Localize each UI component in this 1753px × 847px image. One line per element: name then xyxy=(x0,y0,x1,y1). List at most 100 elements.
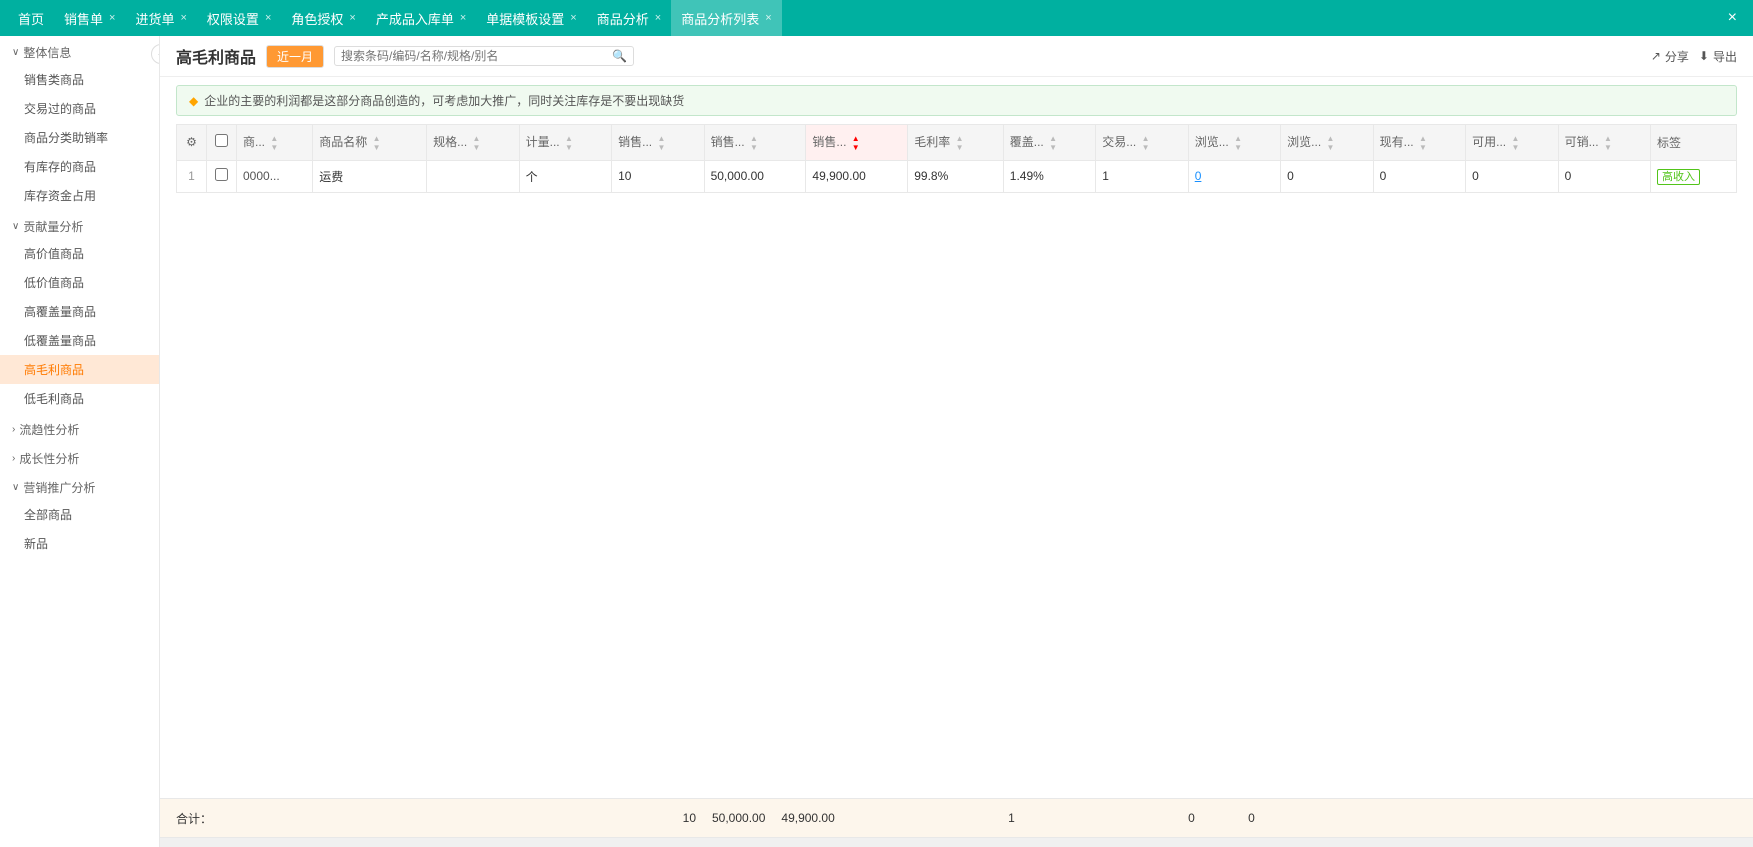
search-icon[interactable]: 🔍 xyxy=(612,49,627,63)
th-browse2[interactable]: 浏览... ▲▼ xyxy=(1281,125,1373,161)
footer-current: 0 xyxy=(1143,807,1203,829)
group-growth-label: 成长性分析 xyxy=(19,450,79,467)
filter-recent-month-button[interactable]: 近一月 xyxy=(266,45,324,68)
sidebar-item-high-value[interactable]: 高价值商品 xyxy=(0,239,159,268)
sidebar: « ∨ 整体信息 销售类商品 交易过的商品 商品分类助销率 有库存的商品 库存资… xyxy=(0,36,160,847)
cell-code[interactable]: 0000... xyxy=(237,160,313,192)
nav-product-analysis-list[interactable]: 商品分析列表 × xyxy=(671,0,781,36)
th-num: ⚙ xyxy=(177,125,207,161)
export-button[interactable]: ⬇ 导出 xyxy=(1699,48,1737,65)
nav-product-analysis-close[interactable]: × xyxy=(655,12,661,24)
nav-role-auth-close[interactable]: × xyxy=(349,12,355,24)
nav-product-inbound[interactable]: 产成品入库单 × xyxy=(366,0,476,36)
main-area: « ∨ 整体信息 销售类商品 交易过的商品 商品分类助销率 有库存的商品 库存资… xyxy=(0,36,1753,847)
group-marketing-label: 营销推广分析 xyxy=(23,479,95,496)
sort-spec-icon: ▲▼ xyxy=(473,134,481,152)
sort-gross-margin-icon: ▲▼ xyxy=(956,134,964,152)
nav-product-inbound-close[interactable]: × xyxy=(460,12,466,24)
horizontal-scrollbar[interactable] xyxy=(160,837,1753,847)
info-icon: ◆ xyxy=(189,94,198,108)
nav-home-label: 首页 xyxy=(18,9,44,28)
tag-badge: 高收入 xyxy=(1657,169,1700,185)
sidebar-item-high-coverage[interactable]: 高覆盖量商品 xyxy=(0,297,159,326)
cell-transaction: 1 xyxy=(1096,160,1188,192)
th-code[interactable]: 商... ▲▼ xyxy=(237,125,313,161)
sidebar-group-contribution[interactable]: ∨ 贡献量分析 xyxy=(0,210,159,239)
sidebar-item-low-value[interactable]: 低价值商品 xyxy=(0,268,159,297)
th-current[interactable]: 现有... ▲▼ xyxy=(1373,125,1465,161)
sidebar-group-marketing[interactable]: ∨ 营销推广分析 xyxy=(0,471,159,500)
export-label: 导出 xyxy=(1713,48,1737,65)
nav-purchase-order-label: 进货单 xyxy=(135,9,174,28)
select-all-checkbox[interactable] xyxy=(215,134,228,147)
nav-role-auth[interactable]: 角色授权 × xyxy=(281,0,365,36)
th-sales-amount[interactable]: 销售... ▲▼ xyxy=(704,125,806,161)
page-title: 高毛利商品 xyxy=(176,44,256,68)
nav-template-settings-close[interactable]: × xyxy=(570,12,576,24)
nav-role-auth-label: 角色授权 xyxy=(291,9,343,28)
sort-browse2-icon: ▲▼ xyxy=(1327,134,1335,152)
sort-browse1-icon: ▲▼ xyxy=(1234,134,1242,152)
sidebar-item-traded-goods[interactable]: 交易过的商品 xyxy=(0,94,159,123)
th-gross-margin[interactable]: 毛利率 ▲▼ xyxy=(908,125,1004,161)
sidebar-item-low-gross-margin[interactable]: 低毛利商品 xyxy=(0,384,159,413)
th-available[interactable]: 可用... ▲▼ xyxy=(1466,125,1558,161)
sidebar-item-inventory-capital[interactable]: 库存资金占用 xyxy=(0,181,159,210)
cell-sales-cost: 49,900.00 xyxy=(806,160,908,192)
nav-template-settings[interactable]: 单据模板设置 × xyxy=(476,0,586,36)
cell-name: 运费 xyxy=(313,160,427,192)
collapse-icon: « xyxy=(158,49,160,60)
sidebar-item-all-goods[interactable]: 全部商品 xyxy=(0,500,159,529)
nav-purchase-order[interactable]: 进货单 × xyxy=(125,0,196,36)
sort-transaction-icon: ▲▼ xyxy=(1142,134,1150,152)
table-container: ⚙ 商... ▲▼ 商品名称 ▲▼ xyxy=(160,124,1753,798)
th-browse1[interactable]: 浏览... ▲▼ xyxy=(1188,125,1280,161)
row-checkbox[interactable] xyxy=(215,168,228,181)
nav-permission-settings-close[interactable]: × xyxy=(265,12,271,24)
sidebar-item-in-stock-goods[interactable]: 有库存的商品 xyxy=(0,152,159,181)
nav-product-analysis-label: 商品分析 xyxy=(597,9,649,28)
share-icon: ↗ xyxy=(1651,49,1661,63)
search-box: 🔍 xyxy=(334,46,634,66)
th-spec[interactable]: 规格... ▲▼ xyxy=(427,125,519,161)
search-input[interactable] xyxy=(341,49,612,63)
share-button[interactable]: ↗ 分享 xyxy=(1651,48,1689,65)
th-salable[interactable]: 可销... ▲▼ xyxy=(1558,125,1650,161)
sidebar-group-overall[interactable]: ∨ 整体信息 xyxy=(0,36,159,65)
sidebar-item-sales-goods[interactable]: 销售类商品 xyxy=(0,65,159,94)
th-unit[interactable]: 计量... ▲▼ xyxy=(519,125,611,161)
th-name[interactable]: 商品名称 ▲▼ xyxy=(313,125,427,161)
export-icon: ⬇ xyxy=(1699,49,1709,63)
th-sales-qty[interactable]: 销售... ▲▼ xyxy=(612,125,704,161)
sort-available-icon: ▲▼ xyxy=(1511,134,1519,152)
cell-tag: 高收入 xyxy=(1651,160,1737,192)
cell-coverage: 1.49% xyxy=(1003,160,1095,192)
th-tag: 标签 xyxy=(1651,125,1737,161)
nav-purchase-order-close[interactable]: × xyxy=(180,12,186,24)
footer-label: 合计： xyxy=(176,810,216,827)
sidebar-item-high-gross-margin[interactable]: 高毛利商品 xyxy=(0,355,159,384)
content-header: 高毛利商品 近一月 🔍 ↗ 分享 ⬇ 导出 xyxy=(160,36,1753,77)
th-sales-cost[interactable]: 销售... ▲▼ xyxy=(806,125,908,161)
nav-home[interactable]: 首页 xyxy=(8,0,54,36)
sidebar-item-new-goods[interactable]: 新品 xyxy=(0,529,159,558)
sidebar-group-growth[interactable]: › 成长性分析 xyxy=(0,442,159,471)
close-all-tabs-button[interactable]: × xyxy=(1720,9,1745,27)
cell-spec xyxy=(427,160,519,192)
nav-permission-settings[interactable]: 权限设置 × xyxy=(197,0,281,36)
browse1-link[interactable]: 0 xyxy=(1195,169,1202,183)
sort-sales-cost-icon: ▲▼ xyxy=(852,134,860,152)
sidebar-item-low-coverage[interactable]: 低覆盖量商品 xyxy=(0,326,159,355)
nav-sales-order-close[interactable]: × xyxy=(109,12,115,24)
th-coverage[interactable]: 覆盖... ▲▼ xyxy=(1003,125,1095,161)
gear-icon[interactable]: ⚙ xyxy=(186,135,197,149)
top-navigation: 首页 销售单 × 进货单 × 权限设置 × 角色授权 × 产成品入库单 × 单据… xyxy=(0,0,1753,36)
th-transaction[interactable]: 交易... ▲▼ xyxy=(1096,125,1188,161)
sidebar-group-trend[interactable]: › 流趋性分析 xyxy=(0,413,159,442)
sidebar-item-category-rate[interactable]: 商品分类助销率 xyxy=(0,123,159,152)
info-text: 企业的主要的利润都是这部分商品创造的，可考虑加大推广，同时关注库存是不要出现缺货 xyxy=(204,92,684,109)
nav-product-analysis-list-close[interactable]: × xyxy=(765,12,771,24)
nav-sales-order[interactable]: 销售单 × xyxy=(54,0,125,36)
cell-browse1[interactable]: 0 xyxy=(1188,160,1280,192)
nav-product-analysis[interactable]: 商品分析 × xyxy=(587,0,671,36)
